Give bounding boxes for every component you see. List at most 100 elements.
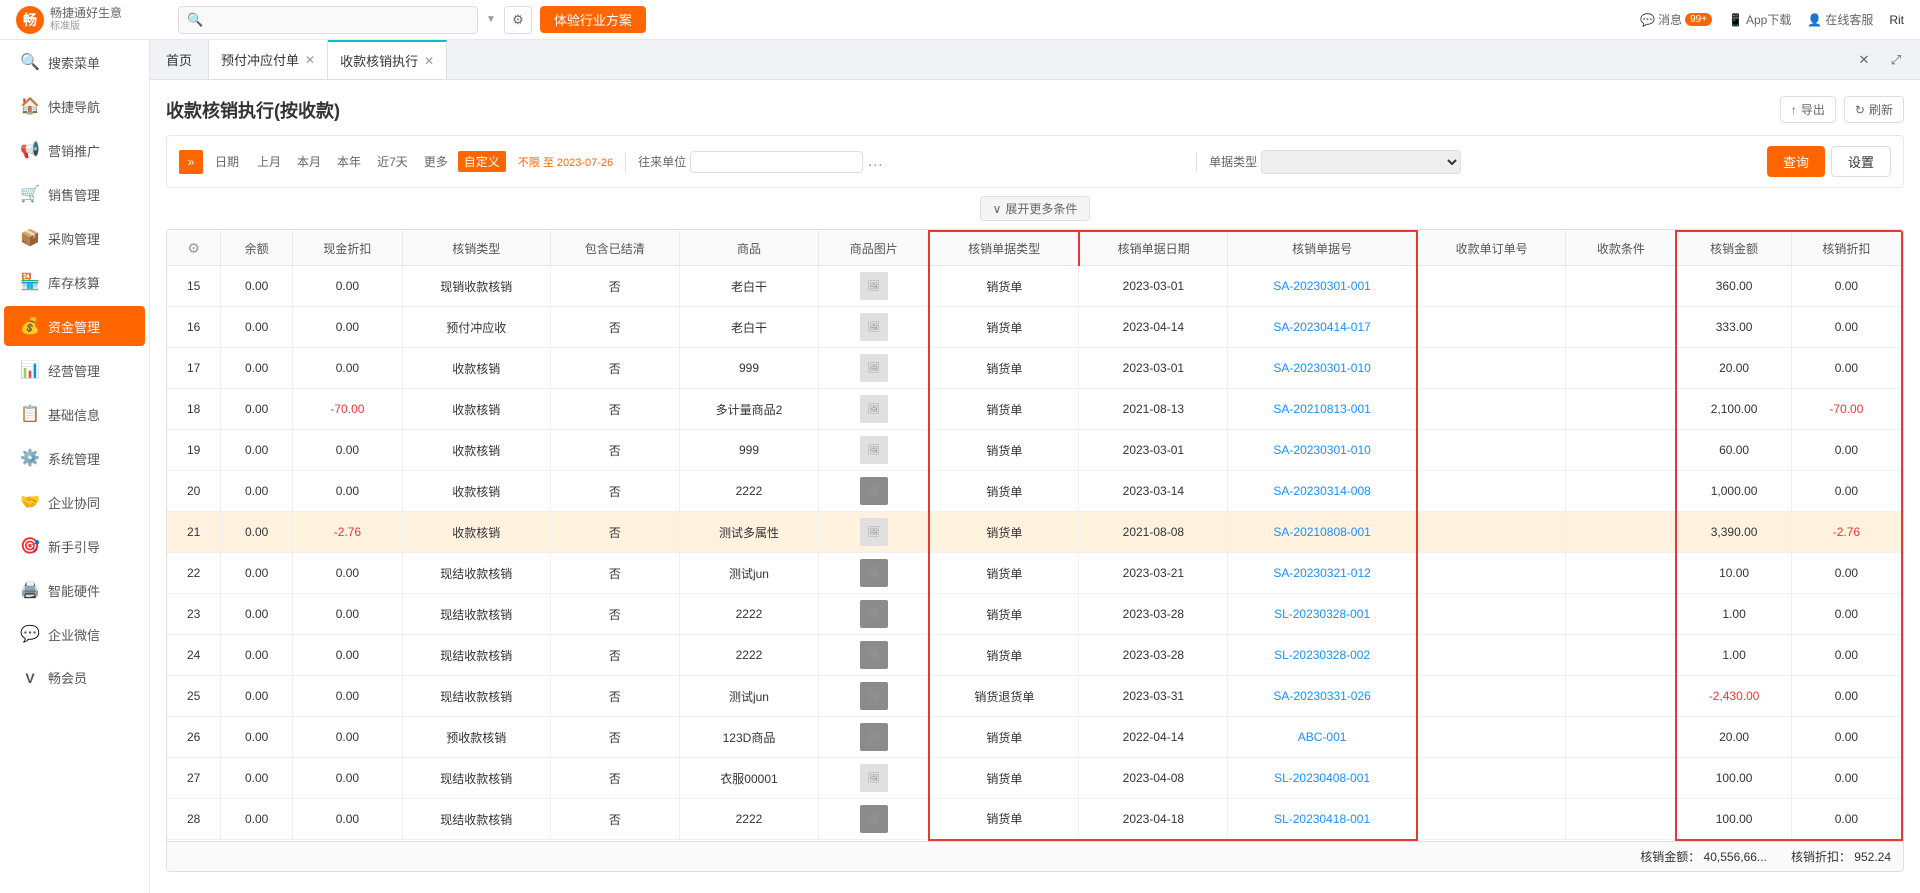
last-month-btn[interactable]: 上月	[251, 151, 287, 172]
gear-settings-button[interactable]: ⚙	[504, 6, 532, 34]
filter-expand-button[interactable]: »	[179, 150, 203, 174]
tab-receipt-writeoff[interactable]: 收款核销执行 ✕	[328, 40, 447, 79]
query-button[interactable]: 查询	[1767, 146, 1825, 177]
cell-writeoff-bill-type: 销货单	[929, 348, 1079, 389]
cell-cash-discount: 0.00	[293, 717, 403, 758]
this-year-btn[interactable]: 本年	[331, 151, 367, 172]
filter-setting-button[interactable]: 设置	[1831, 146, 1891, 177]
bill-no-link[interactable]: SA-20230414-017	[1273, 320, 1370, 334]
sidebar-item-purchase[interactable]: 📦 采购管理	[4, 218, 145, 258]
bill-no-link[interactable]: SA-20230301-010	[1273, 361, 1370, 375]
cell-writeoff-type: 收款核销	[402, 348, 550, 389]
sidebar-item-vip[interactable]: V 畅会员	[4, 658, 145, 697]
sidebar-item-sales[interactable]: 🛒 销售管理	[4, 174, 145, 214]
cell-writeoff-bill-type: 销货单	[929, 430, 1079, 471]
page-title-bar: 收款核销执行(按收款) ↑ 导出 ↻ 刷新	[166, 96, 1904, 123]
tab-home[interactable]: 首页	[150, 40, 209, 79]
product-thumbnail: 🖼	[860, 477, 888, 505]
partner-input[interactable]	[690, 151, 863, 173]
sidebar-item-basic-info[interactable]: 📋 基础信息	[4, 394, 145, 434]
bill-no-link[interactable]: SL-20230418-001	[1274, 812, 1370, 826]
bill-no-link[interactable]: SA-20230301-001	[1273, 279, 1370, 293]
bill-no-link[interactable]: SA-20230301-010	[1273, 443, 1370, 457]
cell-writeoff-bill-type: 销货单	[929, 635, 1079, 676]
sidebar-item-quicknav[interactable]: 🏠 快捷导航	[4, 86, 145, 126]
cell-writeoff-bill-no: SA-20210808-001	[1228, 512, 1417, 553]
cell-id: 27	[167, 758, 221, 799]
bill-no-link[interactable]: SA-20230314-008	[1273, 484, 1370, 498]
dropdown-arrow-icon[interactable]: ▼	[486, 14, 496, 25]
tab-expand-button[interactable]: ⤢	[1884, 48, 1908, 72]
cell-writeoff-bill-no: SL-20230328-002	[1228, 635, 1417, 676]
expand-more-button[interactable]: ∨ 展开更多条件	[980, 196, 1091, 221]
bill-no-link[interactable]: SA-20230331-026	[1273, 689, 1370, 703]
gear-icon[interactable]: ⚙	[187, 240, 200, 256]
sidebar-item-marketing[interactable]: 📢 营销推广	[4, 130, 145, 170]
sidebar-item-operations[interactable]: 📊 经营管理	[4, 350, 145, 390]
message-badge: 99+	[1685, 13, 1712, 26]
bill-no-link[interactable]: SL-20230408-001	[1274, 771, 1370, 785]
message-icon: 💬	[1640, 13, 1655, 27]
sidebar-item-hardware[interactable]: 🖨️ 智能硬件	[4, 570, 145, 610]
tab-prepay[interactable]: 预付冲应付单 ✕	[209, 40, 328, 79]
sidebar-item-inventory[interactable]: 🏪 库存核算	[4, 262, 145, 302]
cell-writeoff-amount: 20.00	[1676, 348, 1791, 389]
trial-industry-button[interactable]: 体验行业方案	[540, 6, 646, 33]
cell-id: 24	[167, 635, 221, 676]
cell-writeoff-amount: 360.00	[1676, 266, 1791, 307]
bill-no-link[interactable]: SA-20230321-012	[1273, 566, 1370, 580]
user-menu-button[interactable]: Rit	[1889, 13, 1904, 27]
cell-cash-discount: 0.00	[293, 594, 403, 635]
last-7-days-btn[interactable]: 近7天	[371, 151, 414, 172]
cell-balance: 0.00	[221, 553, 293, 594]
cell-balance: 0.00	[221, 594, 293, 635]
tab-close-all-button[interactable]: ✕	[1852, 48, 1876, 72]
tab-close-prepay[interactable]: ✕	[305, 53, 315, 67]
sidebar-item-wechat[interactable]: 💬 企业微信	[4, 614, 145, 654]
col-writeoff-discount: 核销折扣	[1791, 231, 1902, 266]
online-service-button[interactable]: 👤 在线客服	[1807, 11, 1873, 28]
filter-right-buttons: 查询 设置	[1767, 146, 1891, 177]
bill-no-link[interactable]: SL-20230328-002	[1274, 648, 1370, 662]
cell-balance: 0.00	[221, 389, 293, 430]
top-bar-center: 🔍 ▼ ⚙ 体验行业方案	[178, 6, 1628, 34]
system-icon: ⚙️	[20, 448, 40, 468]
cell-writeoff-amount: 20.00	[1676, 717, 1791, 758]
sidebar-item-search[interactable]: 🔍 搜索菜单	[4, 42, 145, 82]
bill-no-link[interactable]: ABC-001	[1298, 730, 1347, 744]
cell-product-img: 🖼	[819, 266, 930, 307]
tab-close-receipt[interactable]: ✕	[424, 54, 434, 68]
product-thumbnail: 🖼	[860, 641, 888, 669]
col-writeoff-bill-type: 核销单据类型	[929, 231, 1079, 266]
col-gear[interactable]: ⚙	[167, 231, 221, 266]
bill-no-link[interactable]: SL-20230328-001	[1274, 607, 1370, 621]
date-range-display: 不限 至 2023-07-26	[518, 154, 613, 170]
cell-receipt-order	[1417, 266, 1566, 307]
custom-date-btn[interactable]: 自定义	[458, 151, 506, 172]
table-row: 25 0.00 0.00 现结收款核销 否 测试jun 🖼 销货退货单 2023…	[167, 676, 1902, 717]
sidebar-item-finance[interactable]: 💰 资金管理	[4, 306, 145, 346]
col-receipt-condition: 收款条件	[1566, 231, 1677, 266]
cell-cash-discount: 0.00	[293, 758, 403, 799]
cell-writeoff-type: 现结收款核销	[402, 594, 550, 635]
bill-no-link[interactable]: SA-20210808-001	[1273, 525, 1370, 539]
marketing-icon: 📢	[20, 140, 40, 160]
more-date-btn[interactable]: 更多	[418, 151, 454, 172]
cell-balance: 0.00	[221, 512, 293, 553]
sidebar-item-system[interactable]: ⚙️ 系统管理	[4, 438, 145, 478]
refresh-button[interactable]: ↻ 刷新	[1844, 96, 1904, 123]
export-button[interactable]: ↑ 导出	[1780, 96, 1836, 123]
sidebar-item-enterprise[interactable]: 🤝 企业协同	[4, 482, 145, 522]
logo: 畅 畅捷通好生意 标准版	[16, 6, 166, 34]
cell-writeoff-bill-type: 销货单	[929, 553, 1079, 594]
app-download-button[interactable]: 📱 App下载	[1728, 11, 1791, 28]
cell-writeoff-amount: 1.00	[1676, 594, 1791, 635]
bill-no-link[interactable]: SA-20210813-001	[1273, 402, 1370, 416]
message-button[interactable]: 💬 消息 99+	[1640, 11, 1712, 28]
bill-type-select[interactable]	[1261, 150, 1461, 174]
sidebar-item-beginner[interactable]: 🎯 新手引导	[4, 526, 145, 566]
partner-more-icon[interactable]: …	[867, 153, 883, 171]
cell-receipt-order	[1417, 389, 1566, 430]
table-row: 20 0.00 0.00 收款核销 否 2222 🖼 销货单 2023-03-1…	[167, 471, 1902, 512]
this-month-btn[interactable]: 本月	[291, 151, 327, 172]
